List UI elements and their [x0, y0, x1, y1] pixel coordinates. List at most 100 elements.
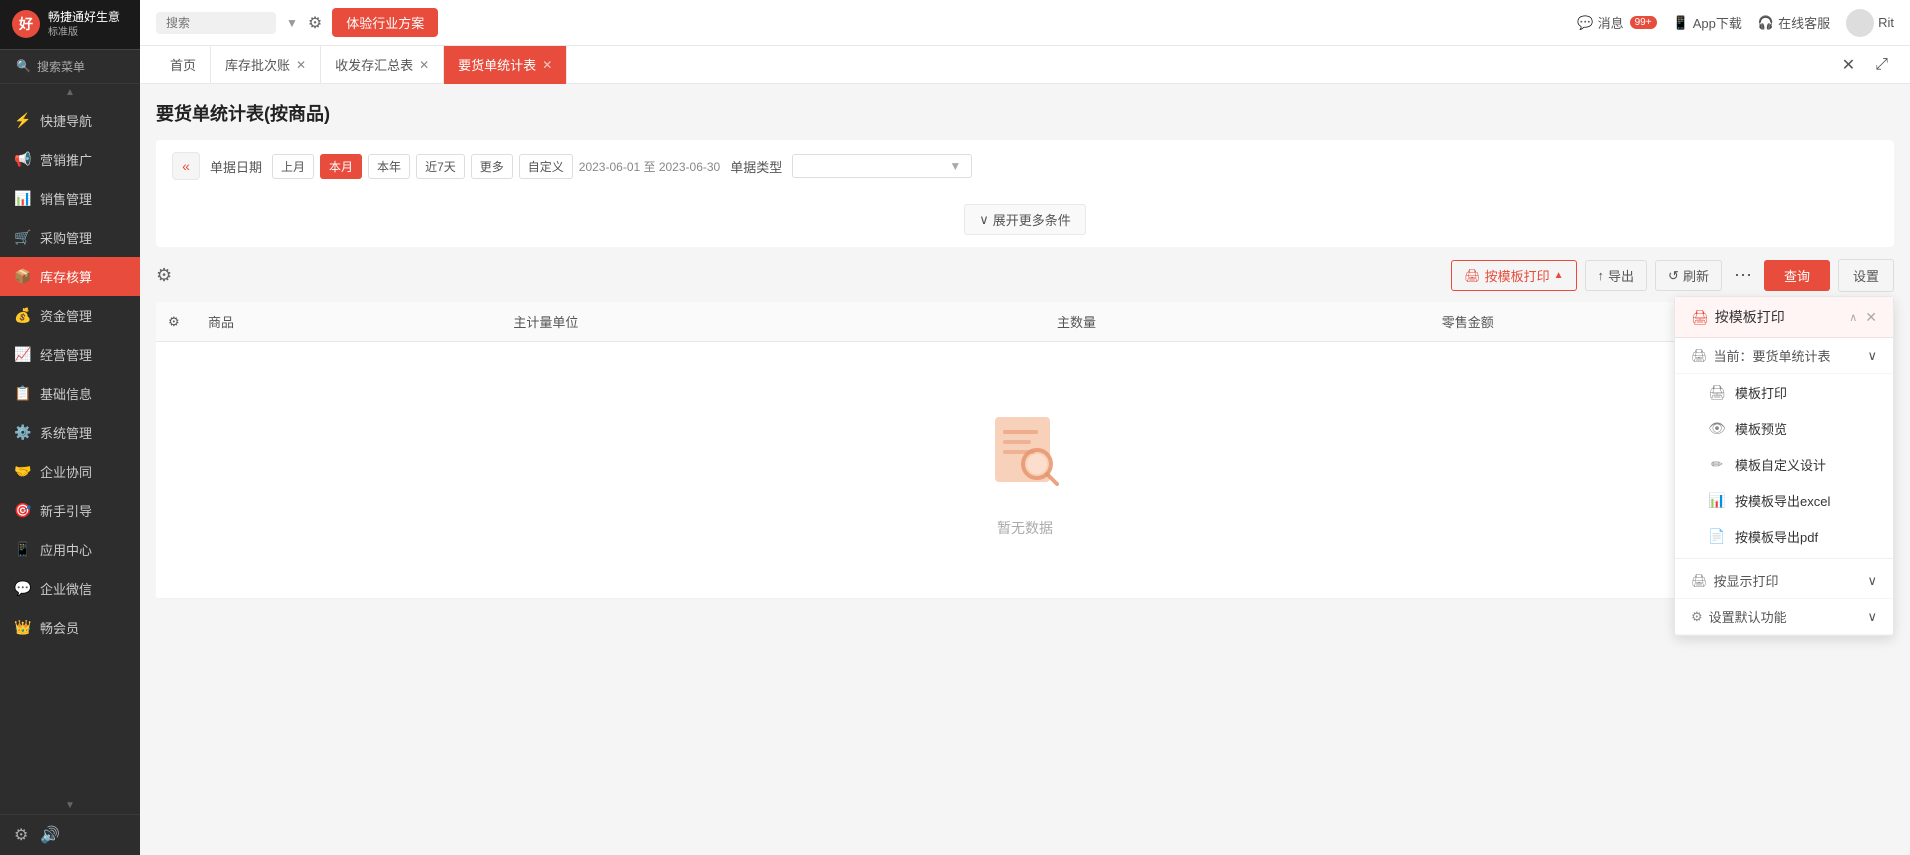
close-tab-receivable-summary[interactable]: ✕ [419, 58, 429, 72]
close-tab-order-stats[interactable]: ✕ [542, 58, 552, 72]
sidebar-item-appcenter[interactable]: 📱 应用中心 [0, 530, 140, 569]
sidebar-item-sales[interactable]: 📊 销售管理 [0, 179, 140, 218]
data-table-container: ⚙ 商品 主计量单位 主数量 零售金额 [156, 302, 1894, 599]
sidebar-item-wechat[interactable]: 💬 企业微信 [0, 569, 140, 608]
user-avatar[interactable]: Rit [1846, 9, 1894, 37]
order-type-select[interactable]: ▼ [792, 154, 972, 178]
sidebar-scroll-down[interactable]: ▼ [0, 797, 140, 814]
dropdown-current-section[interactable]: 🖨 当前：要货单统计表 ∨ [1675, 338, 1893, 374]
shortcut-icon: ⚡ [14, 112, 32, 129]
template-print-icon: 🖨 [1707, 382, 1727, 402]
app-download-item[interactable]: 📱 App下载 [1673, 13, 1742, 32]
dropdown-item-export-excel[interactable]: 📊 按模板导出excel [1675, 482, 1893, 518]
dropdown-item-export-pdf[interactable]: 📄 按模板导出pdf [1675, 518, 1893, 554]
main-content: ▼ ⚙ 体验行业方案 💬 消息 99+ 📱 App下载 🎧 在线客服 Rit [140, 0, 1910, 855]
sidebar-item-marketing[interactable]: 📢 营销推广 [0, 140, 140, 179]
breadcrumb-input[interactable] [156, 12, 276, 34]
page-content: 要货单统计表(按商品) « 单据日期 上月 本月 本年 近7天 更多 自定义 2… [140, 84, 1910, 855]
export-button[interactable]: ↑ 导出 [1585, 260, 1648, 291]
sidebar-item-basic[interactable]: 📋 基础信息 [0, 374, 140, 413]
sidebar-item-shortcut[interactable]: ⚡ 快捷导航 [0, 101, 140, 140]
sidebar-item-inventory[interactable]: 📦 库存核算 [0, 257, 140, 296]
refresh-icon: ↺ [1668, 268, 1679, 284]
sidebar-nav: ⚡ 快捷导航 📢 营销推广 📊 销售管理 🛒 采购管理 📦 库存核算 💰 资金管… [0, 101, 140, 797]
query-button[interactable]: 查询 [1764, 260, 1830, 291]
date-btn-7days[interactable]: 近7天 [416, 154, 465, 179]
app-logo-icon: 好 [12, 10, 40, 38]
footer-settings-icon[interactable]: ⚙ [14, 825, 28, 845]
date-filter-label: 单据日期 [210, 157, 262, 176]
close-tab-inventory-batch[interactable]: ✕ [296, 58, 306, 72]
order-type-label: 单据类型 [730, 157, 782, 176]
date-btn-this-month[interactable]: 本月 [320, 154, 362, 179]
tab-order-stats[interactable]: 要货单统计表 ✕ [444, 46, 567, 84]
template-design-icon: ✏ [1707, 454, 1727, 474]
sidebar-item-enterprise[interactable]: 🤝 企业协同 [0, 452, 140, 491]
enterprise-icon: 🤝 [14, 463, 32, 480]
expand-more-button[interactable]: ∨ 展开更多条件 [964, 204, 1086, 235]
th-unit: 主计量单位 [501, 302, 1045, 342]
dropdown-item-template-preview[interactable]: 👁 模板预览 [1675, 410, 1893, 446]
tab-inventory-batch[interactable]: 库存批次账 ✕ [211, 46, 321, 84]
finance-icon: 💰 [14, 307, 32, 324]
sidebar-item-newbie[interactable]: 🎯 新手引导 [0, 491, 140, 530]
select-arrow-icon: ▼ [949, 159, 961, 173]
date-btn-this-year[interactable]: 本年 [368, 154, 410, 179]
header-settings-icon[interactable]: ⚙ [308, 13, 322, 33]
print-expand-icon: ▲ [1554, 270, 1564, 281]
date-btn-last-month[interactable]: 上月 [272, 154, 314, 179]
sidebar-item-system[interactable]: ⚙️ 系统管理 [0, 413, 140, 452]
dropdown-close-icon[interactable]: ✕ [1865, 309, 1877, 326]
search-icon: 🔍 [16, 59, 31, 73]
sidebar-item-finance[interactable]: 💰 资金管理 [0, 296, 140, 335]
download-icon: 📱 [1673, 15, 1689, 31]
filter-collapse-button[interactable]: « [172, 152, 200, 180]
print-button[interactable]: 🖨 按模板打印 ▲ [1451, 260, 1576, 291]
service-icon: 🎧 [1758, 15, 1774, 31]
customer-service-item[interactable]: 🎧 在线客服 [1758, 13, 1830, 32]
th-product: 商品 [196, 302, 501, 342]
dropdown-item-template-design[interactable]: ✏ 模板自定义设计 [1675, 446, 1893, 482]
sidebar-search[interactable]: 🔍 搜索菜单 [0, 50, 140, 84]
page-title: 要货单统计表(按商品) [156, 100, 1894, 126]
dropdown-default-func[interactable]: ⚙ 设置默认功能 ∨ [1675, 599, 1893, 635]
table-settings-icon[interactable]: ⚙ [156, 265, 172, 286]
sidebar-logo: 好 畅捷通好生意 标准版 [0, 0, 140, 50]
app-name: 畅捷通好生意 标准版 [48, 10, 120, 39]
member-icon: 👑 [14, 619, 32, 636]
trial-button[interactable]: 体验行业方案 [332, 8, 438, 37]
date-range: 2023-06-01 至 2023-06-30 [579, 158, 720, 175]
tabs-maximize-button[interactable]: ⤢ [1869, 54, 1894, 76]
empty-text: 暂无数据 [997, 518, 1053, 538]
tab-receivable-summary[interactable]: 收发存汇总表 ✕ [321, 46, 444, 84]
data-table: ⚙ 商品 主计量单位 主数量 零售金额 [156, 302, 1894, 599]
filter-bar: « 单据日期 上月 本月 本年 近7天 更多 自定义 2023-06-01 至 … [156, 140, 1894, 247]
date-btn-more[interactable]: 更多 [471, 154, 513, 179]
tab-home[interactable]: 首页 [156, 46, 211, 84]
messages-badge: 99+ [1630, 16, 1657, 29]
messages-item[interactable]: 💬 消息 99+ [1577, 13, 1656, 32]
wechat-icon: 💬 [14, 580, 32, 597]
refresh-button[interactable]: ↺ 刷新 [1655, 260, 1722, 291]
operation-icon: 📈 [14, 346, 32, 363]
sidebar-item-purchase[interactable]: 🛒 采购管理 [0, 218, 140, 257]
footer-sound-icon[interactable]: 🔊 [40, 825, 60, 845]
export-pdf-icon: 📄 [1707, 526, 1727, 546]
inventory-icon: 📦 [14, 268, 32, 285]
settings-button[interactable]: 设置 [1838, 259, 1894, 292]
tabs-close-button[interactable]: ✕ [1836, 53, 1861, 77]
export-icon: ↑ [1598, 268, 1605, 283]
current-print-icon: 🖨 [1691, 348, 1708, 364]
date-btn-custom[interactable]: 自定义 [519, 154, 573, 179]
sidebar-item-operation[interactable]: 📈 经营管理 [0, 335, 140, 374]
sidebar-scroll-up[interactable]: ▲ [0, 84, 140, 101]
dropdown-separator-1 [1675, 558, 1893, 559]
header-dropdown-icon[interactable]: ▼ [286, 16, 298, 30]
sidebar-item-member[interactable]: 👑 畅会员 [0, 608, 140, 647]
more-button[interactable]: ⋯ [1730, 263, 1756, 288]
sidebar-footer: ⚙ 🔊 [0, 814, 140, 855]
th-settings[interactable]: ⚙ [156, 302, 196, 342]
dropdown-display-print[interactable]: 🖨 按显示打印 ∨ [1675, 563, 1893, 599]
dropdown-item-template-print[interactable]: 🖨 模板打印 [1675, 374, 1893, 410]
display-print-icon: 🖨 [1691, 573, 1708, 589]
